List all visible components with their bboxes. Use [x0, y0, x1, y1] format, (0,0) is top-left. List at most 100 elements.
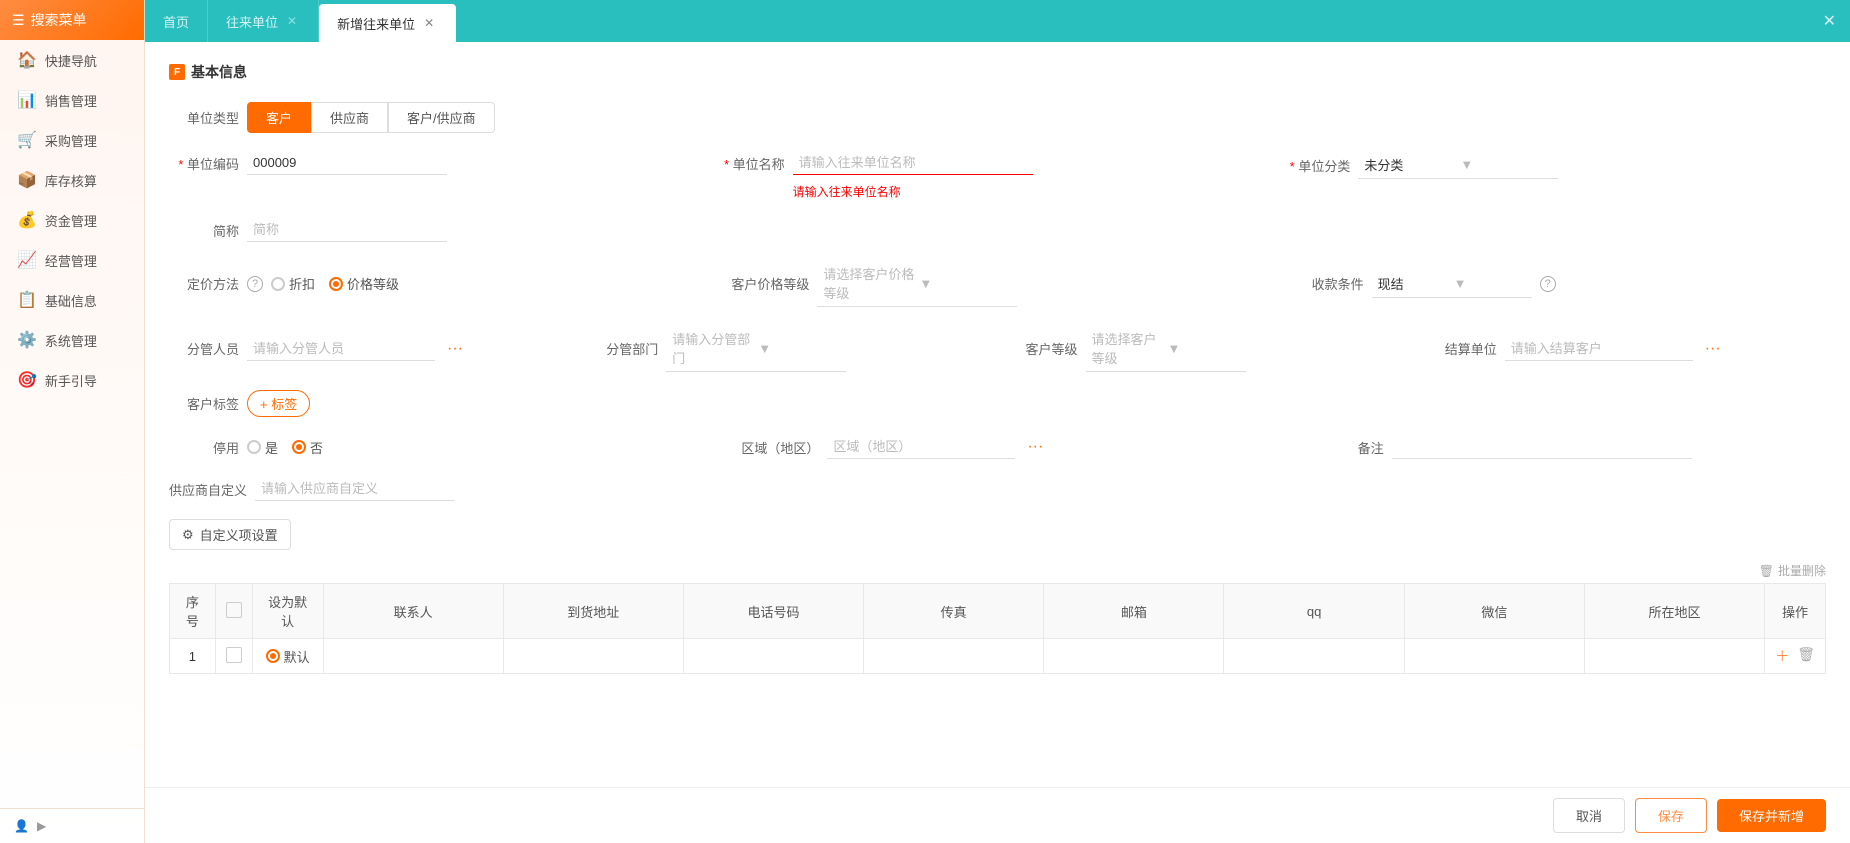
select-all-checkbox[interactable]: [226, 602, 242, 618]
cell-address[interactable]: [503, 639, 683, 674]
cell-contact[interactable]: [323, 639, 503, 674]
sidebar-label-purchase: 采购管理: [45, 131, 97, 150]
customer-price-level-select[interactable]: 请选择客户价格等级 ▼: [817, 260, 1017, 307]
unit-name-input[interactable]: [793, 151, 1033, 175]
tab-partner[interactable]: 往来单位 ✕: [208, 0, 319, 42]
phone-input[interactable]: [694, 649, 853, 664]
sidebar-search[interactable]: ☰ 搜索菜单: [0, 0, 144, 40]
sidebar-item-sales[interactable]: 📊 销售管理: [0, 80, 144, 120]
unit-type-supplier-btn[interactable]: 供应商: [311, 102, 388, 133]
settlement-unit-group: 结算单位 ···: [1427, 337, 1826, 361]
settlement-more-btn[interactable]: ···: [1701, 340, 1725, 358]
region-group: 区域（地区） ···: [741, 435, 1253, 459]
manager-input[interactable]: [247, 337, 435, 361]
disabled-no-option[interactable]: 否: [292, 438, 323, 457]
remark-input[interactable]: [1392, 435, 1692, 459]
col-checkbox-all[interactable]: [215, 584, 252, 639]
batch-delete-label[interactable]: 批量删除: [1778, 562, 1826, 579]
add-tag-label: + 标签: [260, 394, 297, 413]
window-close-button[interactable]: ✕: [1809, 11, 1850, 31]
col-phone: 电话号码: [683, 584, 863, 639]
customer-level-select[interactable]: 请选择客户等级 ▼: [1086, 325, 1246, 372]
tab-partner-close[interactable]: ✕: [284, 13, 300, 29]
save-button[interactable]: 保存: [1635, 798, 1707, 833]
customer-price-level-placeholder: 请选择客户价格等级: [823, 264, 915, 302]
cell-fax[interactable]: [864, 639, 1044, 674]
form-content: F 基本信息 单位类型 客户 供应商 客户/供应商 单位编码 单位名称: [145, 42, 1850, 787]
settlement-unit-input[interactable]: [1505, 337, 1693, 361]
supplier-custom-row: 供应商自定义: [169, 477, 1826, 501]
payment-terms-select[interactable]: 现结 ▼: [1372, 270, 1532, 298]
add-row-icon[interactable]: ＋: [1775, 646, 1789, 666]
cell-wechat[interactable]: [1404, 639, 1584, 674]
default-radio-btn[interactable]: [266, 649, 280, 663]
address-input[interactable]: [514, 649, 673, 664]
remark-group: 备注: [1314, 435, 1826, 459]
cell-qq[interactable]: [1224, 639, 1404, 674]
region-more-btn[interactable]: ···: [1023, 438, 1047, 456]
pricing-discount-option[interactable]: 折扣: [271, 274, 315, 293]
disabled-no-radio[interactable]: [292, 440, 306, 454]
col-action: 操作: [1765, 584, 1826, 639]
fax-input[interactable]: [874, 649, 1033, 664]
cell-default[interactable]: 默认: [252, 639, 323, 674]
cell-region[interactable]: [1584, 639, 1764, 674]
department-select[interactable]: 请输入分管部门 ▼: [666, 325, 846, 372]
custom-settings-button[interactable]: ⚙ 自定义项设置: [169, 519, 291, 550]
settlement-unit-label: 结算单位: [1427, 339, 1497, 358]
sidebar-item-inventory[interactable]: 📦 库存核算: [0, 160, 144, 200]
disabled-yes-radio[interactable]: [247, 440, 261, 454]
discount-radio[interactable]: [271, 277, 285, 291]
sales-icon: 📊: [17, 90, 37, 110]
alias-label: 简称: [169, 221, 239, 240]
tab-new-partner[interactable]: 新增往来单位 ✕: [319, 4, 456, 42]
tab-home[interactable]: 首页: [145, 0, 208, 42]
row-checkbox[interactable]: [226, 647, 242, 663]
sidebar-item-operations[interactable]: 📈 经营管理: [0, 240, 144, 280]
pricing-level-option[interactable]: 价格等级: [329, 274, 399, 293]
sidebar-item-purchase[interactable]: 🛒 采购管理: [0, 120, 144, 160]
unit-type-customer-btn[interactable]: 客户: [247, 102, 311, 133]
pricing-help-icon[interactable]: ?: [247, 276, 263, 292]
sidebar-label-finance: 资金管理: [45, 211, 97, 230]
table-region-input[interactable]: [1595, 649, 1754, 664]
supplier-custom-input[interactable]: [255, 477, 455, 501]
cell-phone[interactable]: [683, 639, 863, 674]
customer-tag-label: 客户标签: [169, 394, 239, 413]
price-level-radio[interactable]: [329, 277, 343, 291]
payment-terms-group: 收款条件 现结 ▼ ?: [1294, 270, 1826, 298]
tab-bar: 首页 往来单位 ✕ 新增往来单位 ✕ ✕: [145, 0, 1850, 42]
tab-new-partner-close[interactable]: ✕: [421, 15, 437, 31]
guide-icon: 🎯: [17, 370, 37, 390]
unit-category-select[interactable]: 未分类 ▼: [1358, 151, 1558, 179]
wechat-input[interactable]: [1415, 649, 1574, 664]
sidebar-item-system[interactable]: ⚙️ 系统管理: [0, 320, 144, 360]
contact-input[interactable]: [334, 649, 493, 664]
disabled-row: 停用 是 否 区域（地区） ··· 备注: [169, 435, 1826, 459]
sidebar-bottom: 👤 ▶: [0, 808, 144, 843]
sidebar-item-guide[interactable]: 🎯 新手引导: [0, 360, 144, 400]
save-new-button[interactable]: 保存并新增: [1717, 799, 1826, 832]
unit-type-both-btn[interactable]: 客户/供应商: [388, 102, 495, 133]
delete-row-icon[interactable]: 🗑: [1797, 646, 1815, 666]
add-tag-button[interactable]: + 标签: [247, 390, 310, 417]
sidebar-item-quick-nav[interactable]: 🏠 快捷导航: [0, 40, 144, 80]
cell-checkbox[interactable]: [215, 639, 252, 674]
alias-input[interactable]: [247, 218, 447, 242]
sidebar-item-finance[interactable]: 💰 资金管理: [0, 200, 144, 240]
cancel-button[interactable]: 取消: [1553, 798, 1625, 833]
qq-input[interactable]: [1234, 649, 1393, 664]
manager-more-btn[interactable]: ···: [443, 340, 467, 358]
row-default-radio[interactable]: 默认: [263, 647, 313, 666]
supplier-custom-group: 供应商自定义: [169, 477, 1826, 501]
col-address: 到货地址: [503, 584, 683, 639]
basic-info-icon: 📋: [17, 290, 37, 310]
disabled-yes-option[interactable]: 是: [247, 438, 278, 457]
cell-email[interactable]: [1044, 639, 1224, 674]
unit-code-input[interactable]: [247, 151, 447, 175]
custom-settings-section: ⚙ 自定义项设置: [169, 519, 1826, 550]
email-input[interactable]: [1054, 649, 1213, 664]
payment-terms-help-icon[interactable]: ?: [1540, 276, 1556, 292]
sidebar-item-basic-info[interactable]: 📋 基础信息: [0, 280, 144, 320]
region-input[interactable]: [827, 435, 1015, 459]
